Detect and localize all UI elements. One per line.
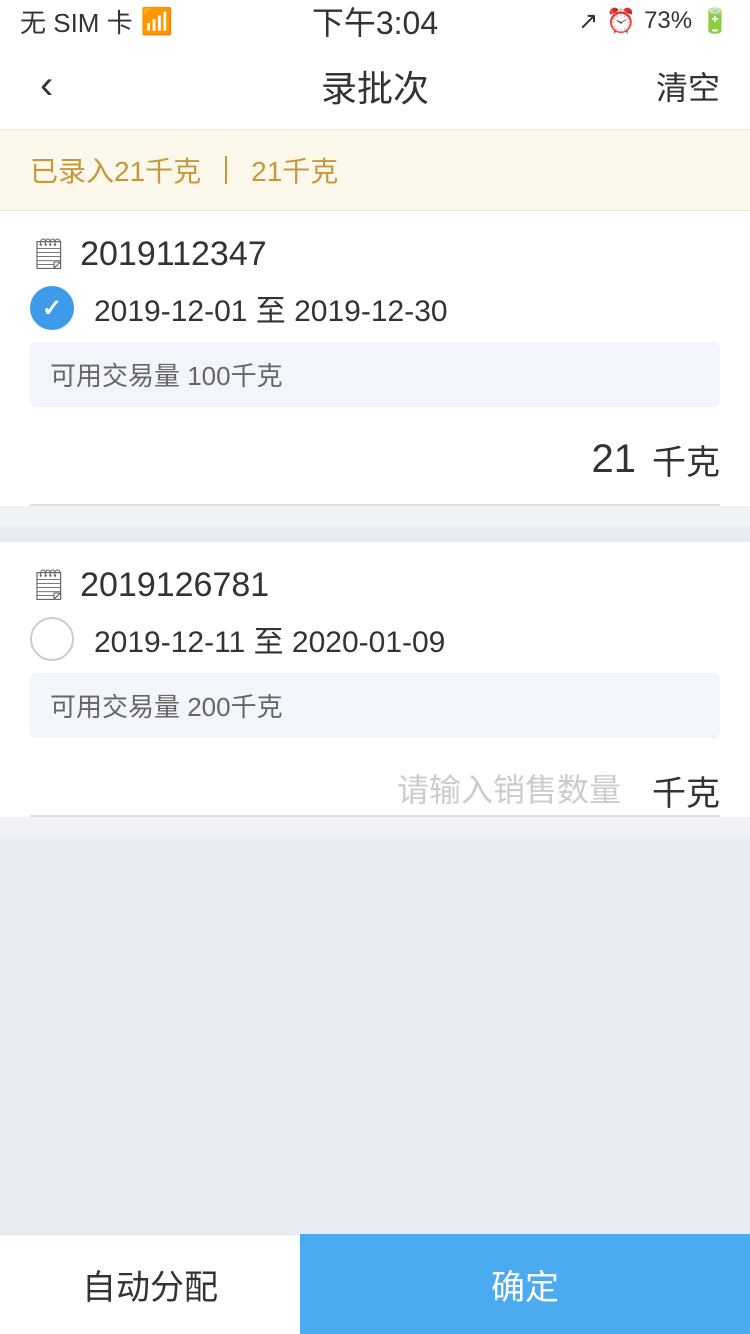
quantity-divider-1	[30, 504, 720, 506]
summary-label: 已录入21千克	[30, 150, 201, 190]
input-row-2[interactable]: 千克	[0, 754, 750, 815]
batch-id-1: 2019112347	[80, 235, 267, 274]
batch-date-row-2[interactable]: 2019-12-11 至 2020-01-09	[0, 617, 750, 673]
quantity-unit-1: 千克	[652, 435, 720, 484]
quantity-input-2[interactable]	[30, 772, 636, 809]
clear-button[interactable]: 清空	[656, 63, 720, 109]
alarm-icon: ⏰	[606, 7, 636, 36]
quantity-divider-2	[30, 815, 720, 817]
batch-date-2: 2019-12-11 至 2020-01-09	[94, 617, 445, 661]
radio-button-1[interactable]	[30, 286, 74, 330]
batch-availability-1: 可用交易量 100千克	[30, 342, 720, 407]
section-divider	[0, 526, 750, 542]
sim-status: 无 SIM 卡	[20, 3, 133, 40]
nav-bar: ‹ 录批次 清空	[0, 42, 750, 130]
batch-header-2: 🗒 2019126781	[0, 542, 750, 617]
wifi-icon: 📶	[141, 6, 173, 37]
confirm-button[interactable]: 确定	[300, 1234, 750, 1334]
battery-icon: 🔋	[700, 7, 730, 36]
back-button[interactable]: ‹	[30, 53, 63, 118]
auto-distribute-button[interactable]: 自动分配	[0, 1234, 300, 1334]
summary-bar: 已录入21千克 21千克	[0, 130, 750, 211]
summary-divider	[225, 156, 227, 184]
batch-id-2: 2019126781	[80, 566, 269, 605]
summary-value: 21千克	[251, 150, 338, 190]
batch-icon-2: 🗒	[30, 568, 68, 603]
batch-icon-1: 🗒	[30, 237, 68, 272]
status-right: ↗ ⏰ 73% 🔋	[578, 7, 730, 36]
batch-item-1: 🗒 2019112347 2019-12-01 至 2019-12-30 可用交…	[0, 211, 750, 506]
time-display: 下午3:04	[312, 0, 438, 44]
batch-availability-2: 可用交易量 200千克	[30, 673, 720, 738]
bottom-actions: 自动分配 确定	[0, 1234, 750, 1334]
status-bar: 无 SIM 卡 📶 下午3:04 ↗ ⏰ 73% 🔋	[0, 0, 750, 42]
batch-header-1: 🗒 2019112347	[0, 211, 750, 286]
batch-quantity-row-1: 21 千克	[0, 423, 750, 504]
batch-item-2: 🗒 2019126781 2019-12-11 至 2020-01-09 可用交…	[0, 542, 750, 817]
location-icon: ↗	[578, 7, 598, 36]
bottom-area	[0, 837, 750, 1287]
battery-percent: 73%	[644, 7, 692, 35]
page-title: 录批次	[321, 60, 429, 112]
radio-button-2[interactable]	[30, 617, 74, 661]
quantity-unit-2: 千克	[652, 766, 720, 815]
quantity-value-1: 21	[592, 437, 637, 482]
status-left: 无 SIM 卡 📶	[20, 3, 173, 40]
batch-date-row-1[interactable]: 2019-12-01 至 2019-12-30	[0, 286, 750, 342]
batch-date-1: 2019-12-01 至 2019-12-30	[94, 286, 448, 330]
